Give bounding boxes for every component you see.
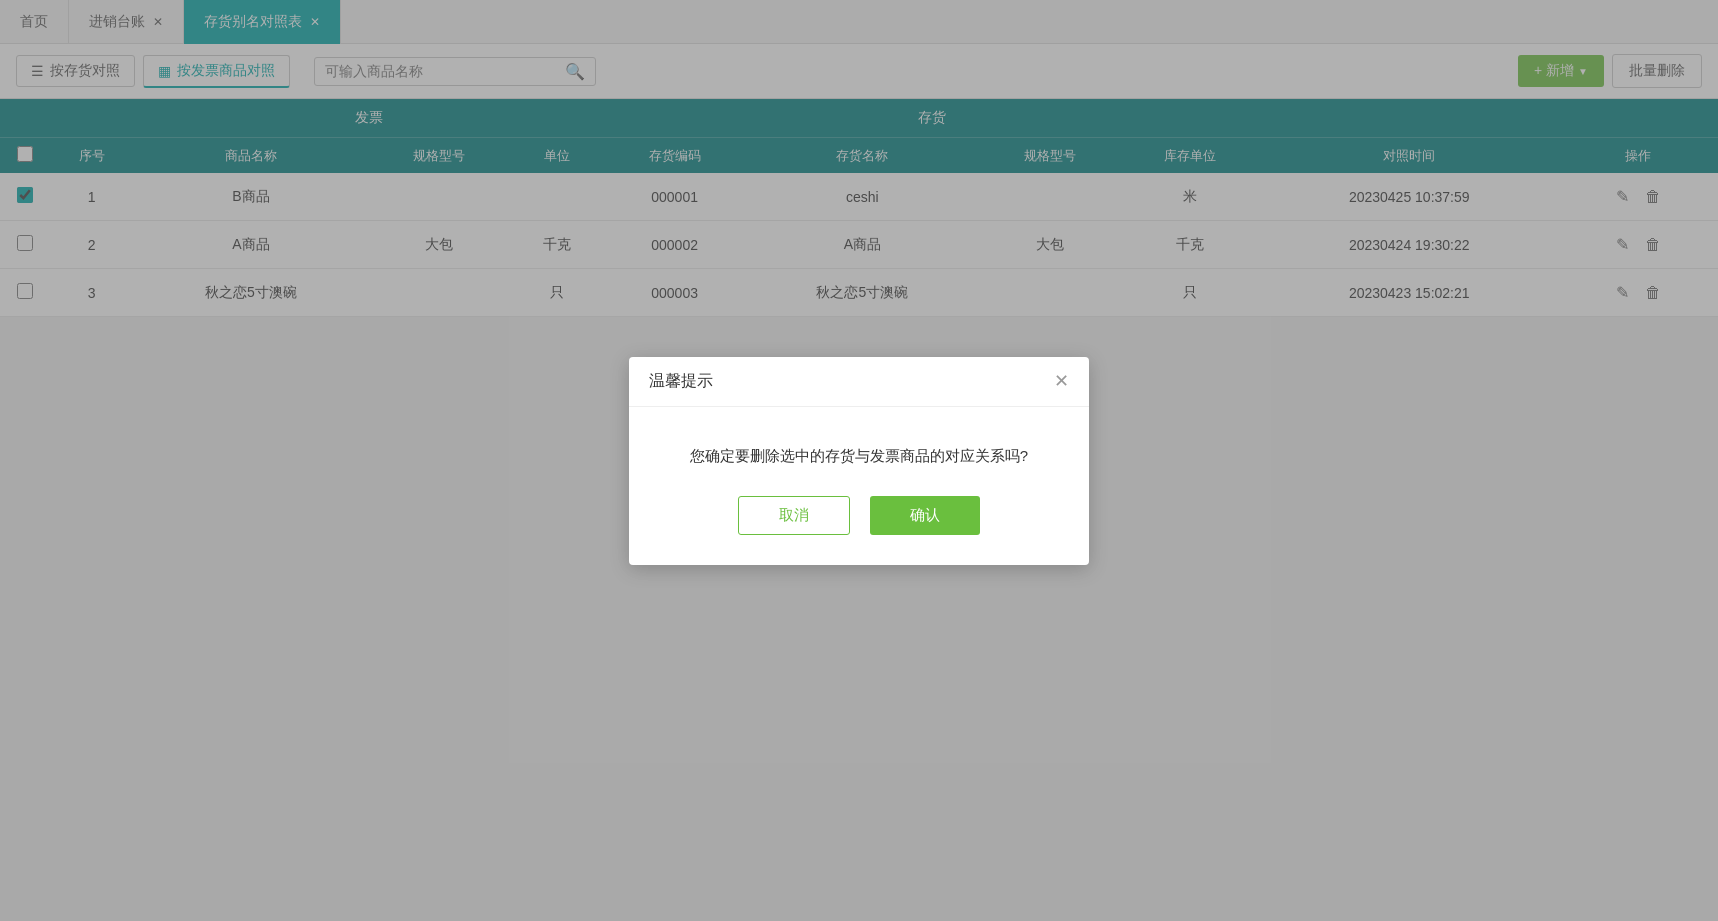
dialog-close-button[interactable]: ✕ bbox=[1054, 372, 1069, 390]
dialog-confirm-button[interactable]: 确认 bbox=[870, 496, 980, 535]
dialog: 温馨提示 ✕ 您确定要删除选中的存货与发票商品的对应关系吗? 取消 确认 bbox=[629, 357, 1089, 565]
dialog-body: 您确定要删除选中的存货与发票商品的对应关系吗? 取消 确认 bbox=[629, 407, 1089, 565]
dialog-message: 您确定要删除选中的存货与发票商品的对应关系吗? bbox=[659, 447, 1059, 466]
dialog-actions: 取消 确认 bbox=[659, 496, 1059, 535]
overlay: 温馨提示 ✕ 您确定要删除选中的存货与发票商品的对应关系吗? 取消 确认 bbox=[0, 0, 1718, 921]
dialog-title: 温馨提示 bbox=[649, 371, 713, 392]
dialog-cancel-button[interactable]: 取消 bbox=[738, 496, 850, 535]
dialog-header: 温馨提示 ✕ bbox=[629, 357, 1089, 407]
